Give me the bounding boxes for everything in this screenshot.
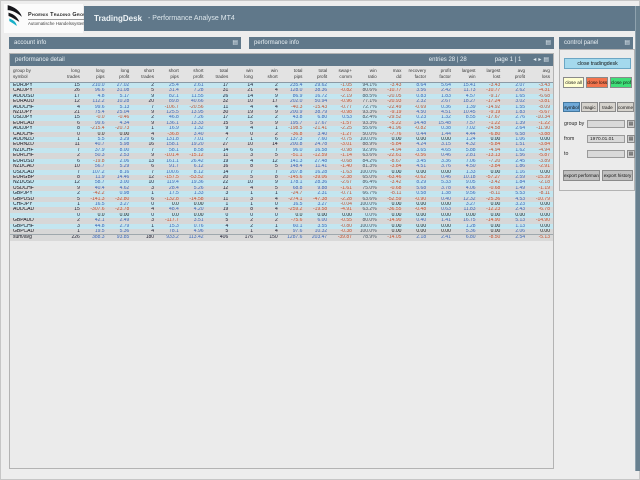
- column-header[interactable]: short profit: [181, 66, 207, 83]
- column-header[interactable]: total pips: [280, 66, 306, 83]
- column-header[interactable]: short trades: [132, 66, 158, 83]
- logo-title: Phoenix Trading Group: [28, 11, 90, 18]
- value-cell: 113.42: [181, 234, 207, 241]
- value-cell: 226: [58, 234, 83, 241]
- value-cell: 388.3: [82, 234, 108, 241]
- column-header[interactable]: win ratio: [354, 66, 380, 83]
- value-cell: -39.87: [330, 234, 355, 241]
- to-label: to: [564, 151, 569, 157]
- column-header[interactable]: group by symbol: [10, 66, 59, 83]
- app-window: Phoenix Trading Group Automatische Hande…: [0, 0, 640, 480]
- performance-info-dropdown[interactable]: performance info ▤: [249, 37, 554, 49]
- column-header[interactable]: profit factor: [429, 66, 454, 83]
- value-cell: 78.9%: [354, 234, 380, 241]
- from-date-input[interactable]: [587, 135, 625, 143]
- performance-detail-header: performance detail entries 28 | 28 page …: [10, 54, 553, 66]
- from-calendar-icon[interactable]: ▦: [627, 135, 635, 143]
- column-header[interactable]: short pips: [157, 66, 182, 83]
- column-header[interactable]: total profit: [305, 66, 331, 83]
- phoenix-bird-icon: [6, 4, 26, 33]
- column-header[interactable]: long profit: [107, 66, 133, 83]
- value-cell: 933.2: [157, 234, 182, 241]
- title-bar: TradingDesk - Performance Analyse MT4: [84, 6, 635, 31]
- value-cell: 2.18: [404, 234, 430, 241]
- value-cell: -8.50: [478, 234, 504, 241]
- vertical-scrollbar[interactable]: [635, 6, 640, 471]
- group-by-symbol-button[interactable]: symbol: [563, 102, 580, 112]
- pages-icon[interactable]: ▤: [543, 57, 549, 63]
- group-by-magic-button[interactable]: magic: [581, 102, 598, 112]
- export-performance-button[interactable]: export performance: [563, 170, 600, 181]
- group-by-trade-button[interactable]: trade: [599, 102, 616, 112]
- app-subtitle: - Performance Analyse MT4: [148, 15, 235, 22]
- control-panel: close tradingdesk close all close loss c…: [559, 49, 635, 191]
- column-header[interactable]: largest lost: [478, 66, 504, 83]
- column-header[interactable]: max dd: [379, 66, 405, 83]
- close-all-button[interactable]: close all: [563, 77, 584, 88]
- column-header[interactable]: long trades: [58, 66, 83, 83]
- value-cell: 180: [132, 234, 158, 241]
- control-panel-header[interactable]: control panel ▤: [559, 37, 633, 49]
- logo: Phoenix Trading Group Automatische Hande…: [4, 4, 90, 33]
- value-cell: 93.85: [107, 234, 133, 241]
- performance-table: group by symbol long trades long pips long prof…: [10, 66, 553, 241]
- summary-row[interactable]: sum/avg 226 388.3 93.85 180 933.2 113.42 406 176…: [10, 234, 553, 241]
- panel-menu-icon[interactable]: ▤: [624, 40, 630, 46]
- value-cell: 2.54: [503, 234, 529, 241]
- next-page-icon[interactable]: ▸: [538, 57, 541, 63]
- logo-subtitle: Automatische Handelssysteme: [28, 18, 90, 26]
- value-cell: -5.13: [528, 234, 553, 241]
- value-cell: 406: [206, 234, 232, 241]
- value-cell: 2.41: [429, 234, 454, 241]
- value-cell: 1287.6: [280, 234, 306, 241]
- to-date-input[interactable]: [587, 150, 625, 158]
- prev-page-icon[interactable]: ◂: [533, 57, 536, 63]
- value-cell: 203.47: [305, 234, 331, 241]
- value-cell: 150: [255, 234, 281, 241]
- performance-detail-title: performance detail: [15, 57, 65, 63]
- column-header[interactable]: avg loss: [528, 66, 553, 83]
- page-indicator: page 1 | 1: [494, 57, 522, 63]
- performance-info-label: performance info: [254, 40, 300, 46]
- column-header[interactable]: recovery factor: [404, 66, 430, 83]
- column-header[interactable]: win short: [255, 66, 281, 83]
- control-panel-label: control panel: [564, 40, 599, 46]
- group-by-label: group by: [564, 121, 585, 127]
- account-info-label: account info: [14, 40, 47, 46]
- close-loss-button[interactable]: close loss: [586, 77, 608, 88]
- column-header[interactable]: swap+ comm: [330, 66, 355, 83]
- from-label: from: [564, 136, 575, 142]
- panel-menu-icon[interactable]: ▤: [232, 40, 238, 46]
- panel-menu-icon[interactable]: ▤: [545, 40, 551, 46]
- performance-detail-panel: performance detail entries 28 | 28 page …: [9, 53, 554, 469]
- value-cell: -14.05: [379, 234, 405, 241]
- export-history-button[interactable]: export history: [602, 170, 633, 181]
- to-calendar-icon[interactable]: ▦: [627, 150, 635, 158]
- column-header[interactable]: win long: [231, 66, 256, 83]
- value-cell: 176: [231, 234, 256, 241]
- group-by-input[interactable]: [587, 120, 625, 128]
- entries-count: entries 28 | 28: [428, 57, 467, 63]
- column-header[interactable]: long pips: [82, 66, 108, 83]
- close-profit-button[interactable]: close profit: [610, 77, 632, 88]
- column-header[interactable]: avg profit: [503, 66, 529, 83]
- column-header[interactable]: total trades: [206, 66, 232, 83]
- group-by-comment-button[interactable]: comment: [617, 102, 634, 112]
- symbol-cell: sum/avg: [10, 234, 59, 241]
- close-tradingdesk-button[interactable]: close tradingdesk: [564, 58, 631, 69]
- account-info-dropdown[interactable]: account info ▤: [9, 37, 241, 49]
- group-by-picker-icon[interactable]: ▦: [627, 120, 635, 128]
- app-title: TradingDesk: [94, 14, 143, 23]
- column-header[interactable]: largest win: [453, 66, 479, 83]
- value-cell: 6.80: [453, 234, 479, 241]
